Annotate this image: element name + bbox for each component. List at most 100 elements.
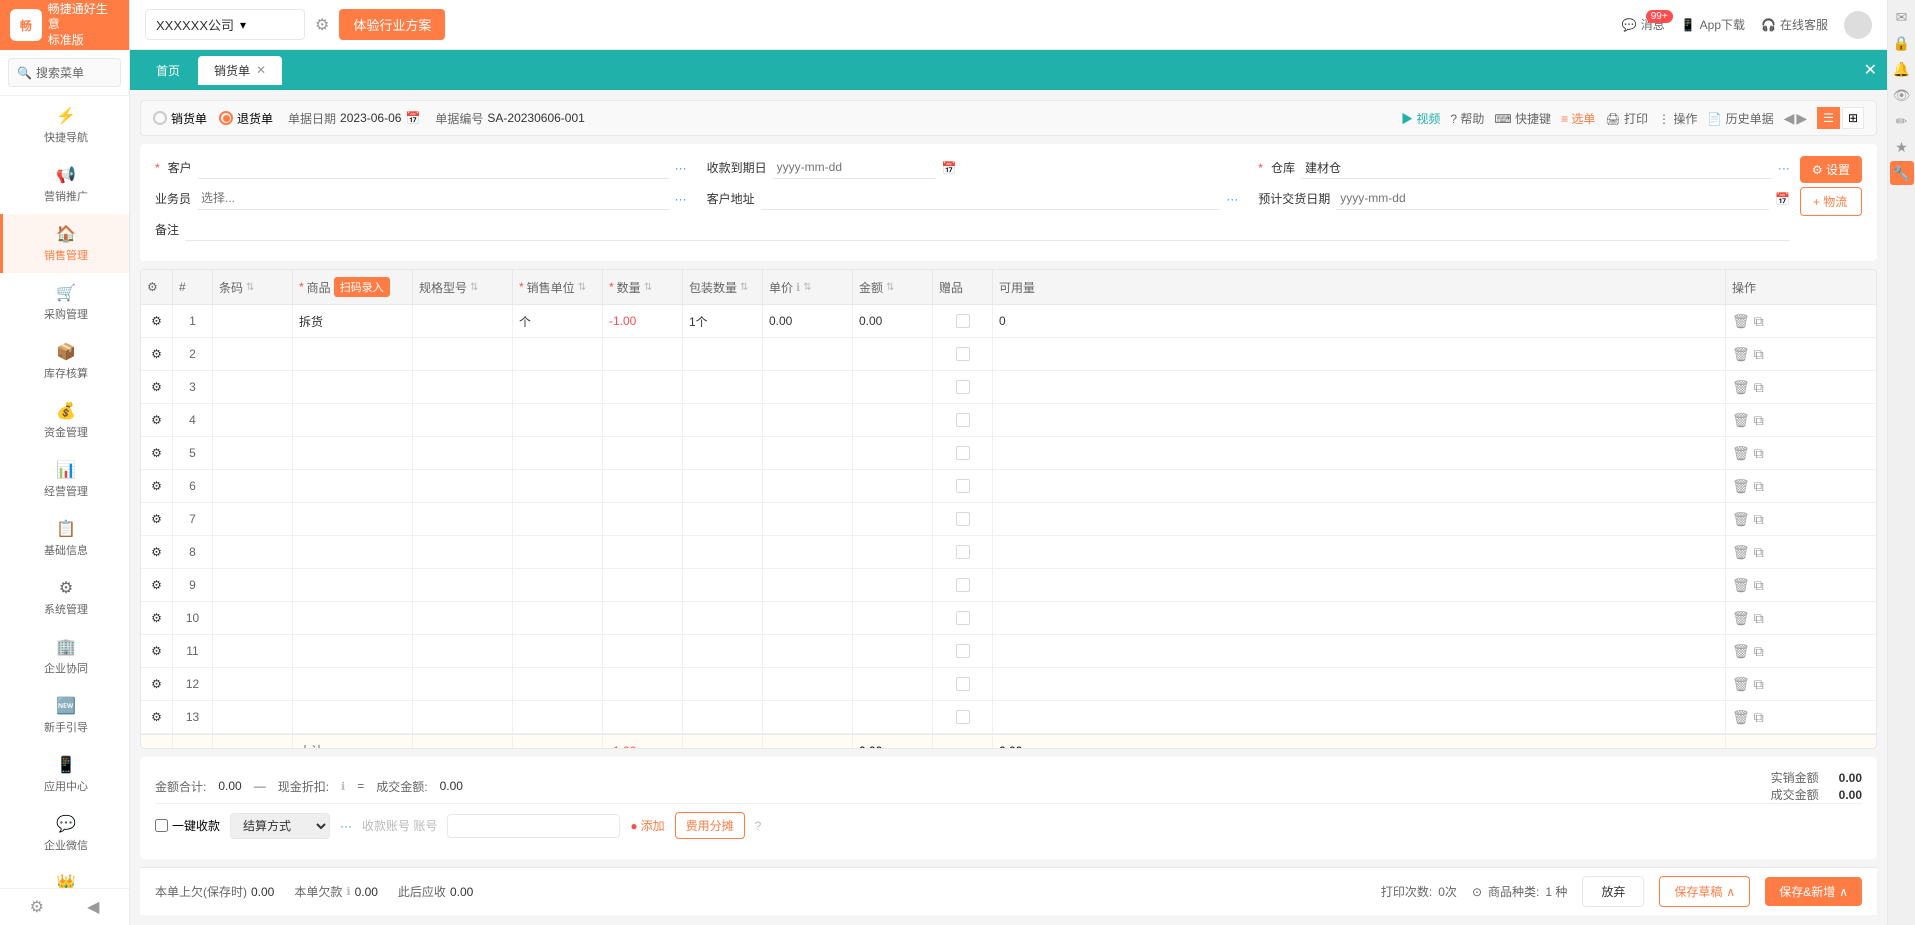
payment-amount-input[interactable]	[447, 814, 620, 838]
row-pack-qty-4[interactable]	[683, 437, 763, 469]
row-price-9[interactable]	[763, 602, 853, 634]
salesperson-select-btn[interactable]: ···	[675, 192, 687, 206]
salesperson-input[interactable]	[197, 187, 669, 210]
row-spec-10[interactable]	[413, 635, 513, 667]
prev-arrow[interactable]: ◀	[1784, 110, 1795, 127]
row-quantity-8[interactable]	[603, 569, 683, 601]
row-unit-11[interactable]	[513, 668, 603, 700]
row-quantity-6[interactable]	[603, 503, 683, 535]
row-spec-6[interactable]	[413, 503, 513, 535]
right-panel-message[interactable]: ✉	[1890, 5, 1914, 29]
row-spec-4[interactable]	[413, 437, 513, 469]
owe-info-icon[interactable]: ℹ	[346, 885, 350, 898]
sidebar-item-marketing[interactable]: 📢 营销推广	[0, 155, 129, 214]
sales-order-radio[interactable]: 销货单	[153, 110, 207, 127]
row-gift-12[interactable]	[933, 701, 993, 733]
row-unit-0[interactable]: 个	[513, 305, 603, 337]
row-spec-0[interactable]	[413, 305, 513, 337]
company-selector[interactable]: XXXXXX公司 ▾	[145, 9, 305, 40]
row-delete-icon-9[interactable]: 🗑	[1732, 610, 1750, 627]
grid-view-btn[interactable]: ⊞	[1842, 107, 1864, 129]
row-quantity-0[interactable]: -1.00	[603, 305, 683, 337]
sidebar-item-system[interactable]: ⚙ 系统管理	[0, 568, 129, 627]
row-barcode-10[interactable]	[213, 635, 293, 667]
row-gift-4[interactable]	[933, 437, 993, 469]
row-goods-11[interactable]	[293, 668, 413, 700]
save-new-button[interactable]: 保存&新增 ∧	[1765, 877, 1862, 906]
row-price-8[interactable]	[763, 569, 853, 601]
row-spec-9[interactable]	[413, 602, 513, 634]
sidebar-item-wechat[interactable]: 💬 企业微信	[0, 804, 129, 863]
row-amount-1[interactable]	[853, 338, 933, 370]
row-amount-8[interactable]	[853, 569, 933, 601]
row-pack-qty-5[interactable]	[683, 470, 763, 502]
row-settings-7[interactable]: ⚙	[141, 536, 173, 568]
row-copy-icon-12[interactable]: ⧉	[1754, 709, 1764, 726]
row-barcode-1[interactable]	[213, 338, 293, 370]
row-copy-icon-7[interactable]: ⧉	[1754, 544, 1764, 561]
row-unit-6[interactable]	[513, 503, 603, 535]
row-gift-2[interactable]	[933, 371, 993, 403]
operate-btn[interactable]: ⋮ 操作	[1658, 110, 1697, 127]
sidebar-item-basic[interactable]: 📋 基础信息	[0, 509, 129, 568]
payment-select-dots[interactable]: ···	[340, 819, 352, 833]
logistics-button[interactable]: + 物流	[1800, 187, 1862, 216]
row-delete-icon-6[interactable]: 🗑	[1732, 511, 1750, 528]
row-price-4[interactable]	[763, 437, 853, 469]
row-pack-qty-10[interactable]	[683, 635, 763, 667]
sidebar-item-apps[interactable]: 📱 应用中心	[0, 745, 129, 804]
row-copy-icon-4[interactable]: ⧉	[1754, 445, 1764, 462]
row-unit-10[interactable]	[513, 635, 603, 667]
row-delete-icon-4[interactable]: 🗑	[1732, 445, 1750, 462]
row-pack-qty-2[interactable]	[683, 371, 763, 403]
search-menu-button[interactable]: 🔍 搜索菜单	[8, 58, 121, 87]
row-gift-8[interactable]	[933, 569, 993, 601]
row-unit-7[interactable]	[513, 536, 603, 568]
row-settings-10[interactable]: ⚙	[141, 635, 173, 667]
row-amount-6[interactable]	[853, 503, 933, 535]
settings-icon[interactable]: ⚙	[315, 15, 329, 35]
row-spec-5[interactable]	[413, 470, 513, 502]
row-settings-6[interactable]: ⚙	[141, 503, 173, 535]
customer-addr-select-btn[interactable]: ···	[1226, 192, 1238, 206]
row-goods-7[interactable]	[293, 536, 413, 568]
row-unit-2[interactable]	[513, 371, 603, 403]
row-settings-9[interactable]: ⚙	[141, 602, 173, 634]
row-barcode-2[interactable]	[213, 371, 293, 403]
row-unit-8[interactable]	[513, 569, 603, 601]
row-gift-11[interactable]	[933, 668, 993, 700]
row-delete-icon-5[interactable]: 🗑	[1732, 478, 1750, 495]
row-settings-1[interactable]: ⚙	[141, 338, 173, 370]
row-quantity-11[interactable]	[603, 668, 683, 700]
row-quantity-7[interactable]	[603, 536, 683, 568]
row-barcode-5[interactable]	[213, 470, 293, 502]
row-price-12[interactable]	[763, 701, 853, 733]
add-payment-button[interactable]: ● 添加	[630, 817, 664, 834]
right-panel-bell[interactable]: 🔔	[1890, 57, 1914, 81]
row-amount-7[interactable]	[853, 536, 933, 568]
right-panel-star[interactable]: ★	[1890, 135, 1914, 159]
row-copy-icon-2[interactable]: ⧉	[1754, 379, 1764, 396]
shortcut-btn[interactable]: ⌨ 快捷键	[1494, 110, 1551, 127]
row-barcode-8[interactable]	[213, 569, 293, 601]
row-price-6[interactable]	[763, 503, 853, 535]
row-pack-qty-12[interactable]	[683, 701, 763, 733]
expected-date-calendar-icon[interactable]: 📅	[1775, 192, 1790, 206]
row-price-11[interactable]	[763, 668, 853, 700]
row-settings-0[interactable]: ⚙	[141, 305, 173, 337]
row-goods-3[interactable]	[293, 404, 413, 436]
sidebar-settings-button[interactable]: ⚙	[30, 897, 44, 917]
row-spec-8[interactable]	[413, 569, 513, 601]
row-goods-10[interactable]	[293, 635, 413, 667]
payment-date-input[interactable]	[773, 156, 936, 179]
row-barcode-3[interactable]	[213, 404, 293, 436]
row-copy-icon-10[interactable]: ⧉	[1754, 643, 1764, 660]
row-price-0[interactable]: 0.00	[763, 305, 853, 337]
row-amount-12[interactable]	[853, 701, 933, 733]
row-unit-3[interactable]	[513, 404, 603, 436]
warehouse-input[interactable]	[1301, 156, 1772, 179]
trial-button[interactable]: 体验行业方案	[339, 9, 445, 40]
help-btn[interactable]: ? 帮助	[1450, 110, 1484, 127]
row-goods-4[interactable]	[293, 437, 413, 469]
row-barcode-9[interactable]	[213, 602, 293, 634]
